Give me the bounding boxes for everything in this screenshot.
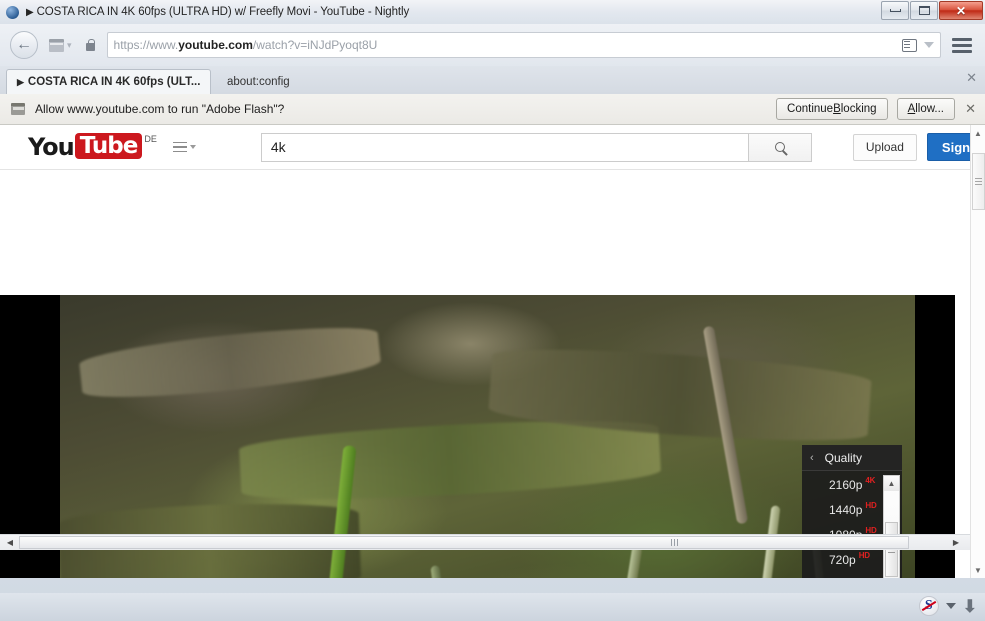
back-button[interactable]: ← <box>10 31 38 59</box>
window-favicon <box>6 5 19 19</box>
scene-stem <box>430 565 459 578</box>
notification-message: Allow www.youtube.com to run "Adobe Flas… <box>35 102 285 116</box>
allow-post: llow... <box>915 103 944 115</box>
lock-icon <box>86 38 96 51</box>
hamburger-menu-button[interactable] <box>947 31 977 59</box>
quality-menu[interactable]: ‹ Quality 2160p4K 1440pHD 1080pHD 720pHD… <box>802 445 902 578</box>
v-scrollbar-thumb[interactable] <box>972 153 985 210</box>
reader-mode-icon[interactable] <box>902 38 917 52</box>
tray-chevron-down-icon[interactable] <box>945 603 956 609</box>
menu-line <box>952 37 972 41</box>
url-domain: youtube.com <box>178 38 253 52</box>
continue-blocking-button[interactable]: Continue Blocking <box>776 98 888 120</box>
allow-accel: A <box>907 103 916 115</box>
url-bar[interactable]: https://www. youtube.com/watch?v=iNJdPyoq… <box>106 32 941 58</box>
menu-line <box>952 49 972 53</box>
url-prefix: https://www. <box>113 38 179 52</box>
youtube-guide-button[interactable] <box>172 141 196 153</box>
antivirus-tray-icon[interactable]: S <box>918 596 939 616</box>
search-input[interactable]: 4k <box>260 132 748 162</box>
url-path: /watch?v=iNJdPyoqt8U <box>252 38 378 52</box>
maximize-icon <box>918 6 930 15</box>
lock-button[interactable] <box>81 38 101 51</box>
plugin-icon <box>11 103 25 115</box>
web-page-content: You Tube DE 4k Upload Sign in <box>0 125 970 578</box>
tab-label: about:config <box>227 75 290 88</box>
horizontal-scrollbar[interactable]: ◀ ▶ <box>0 534 970 550</box>
maximize-button[interactable] <box>910 1 938 20</box>
thumb-grip <box>673 539 675 546</box>
tab-play-icon: ▶ <box>17 76 24 87</box>
allow-button[interactable]: Allow... <box>896 98 955 120</box>
thumb-grip <box>975 181 982 182</box>
system-tray: S ⬇ <box>918 596 977 616</box>
site-identity-button[interactable]: ▾ <box>45 32 76 58</box>
quality-badge: HD <box>865 501 877 510</box>
scroll-left-icon[interactable]: ◀ <box>2 535 18 550</box>
scroll-right-icon[interactable]: ▶ <box>948 535 964 550</box>
scene-texture <box>77 319 383 406</box>
notification-close-icon[interactable]: ✕ <box>965 101 976 117</box>
h-scrollbar-thumb[interactable] <box>19 536 909 549</box>
page-icon <box>49 38 64 52</box>
quality-label: 720p <box>829 552 856 567</box>
logo-you-text: You <box>28 133 75 161</box>
status-bar: S ⬇ <box>0 593 985 621</box>
search-button[interactable] <box>747 132 812 162</box>
minimize-button[interactable] <box>881 1 909 20</box>
close-icon: ✕ <box>955 3 967 18</box>
logo-tube-box: Tube <box>74 133 143 159</box>
chevron-down-icon <box>189 145 196 149</box>
upload-button[interactable]: Upload <box>852 133 917 161</box>
continue-blocking-pre: Continue <box>787 103 834 115</box>
download-arrow-icon[interactable]: ⬇ <box>963 598 977 615</box>
notification-buttons: Continue Blocking Allow... <box>776 98 955 120</box>
tab-about-config[interactable]: about:config <box>217 69 300 94</box>
quality-badge: 4K <box>865 476 876 485</box>
browser-window: ▶ COSTA RICA IN 4K 60fps (ULTRA HD) w/ Fr… <box>0 0 985 621</box>
tab-costa-rica[interactable]: ▶ COSTA RICA IN 4K 60fps (ULT... <box>6 69 211 94</box>
youtube-header: You Tube DE 4k Upload Sign in <box>0 125 970 170</box>
continue-blocking-accel: B <box>833 103 841 115</box>
menu-line <box>952 43 972 47</box>
quality-menu-title: Quality <box>824 450 863 465</box>
title-play-icon: ▶ <box>26 7 34 18</box>
youtube-logo[interactable]: You Tube DE <box>28 133 157 161</box>
continue-blocking-post: locking <box>840 103 877 115</box>
chevron-down-icon[interactable] <box>924 42 934 48</box>
quality-menu-header[interactable]: ‹ Quality <box>802 445 902 471</box>
window-controls: ✕ <box>881 1 983 20</box>
window-title: ▶ COSTA RICA IN 4K 60fps (ULTRA HD) w/ Fr… <box>26 6 409 18</box>
scene-stem <box>607 545 643 578</box>
scroll-down-icon[interactable]: ▼ <box>971 562 985 578</box>
plugin-notification-bar: Allow www.youtube.com to run "Adobe Flas… <box>0 94 985 125</box>
tab-close-icon[interactable]: ✕ <box>966 71 977 84</box>
navigation-toolbar: ← ▾ https://www. youtube.com/watch?v=iNJd… <box>0 24 985 66</box>
quality-menu-scrollbar[interactable]: ▲ ▼ <box>883 475 900 578</box>
title-bar: ▶ COSTA RICA IN 4K 60fps (ULTRA HD) w/ Fr… <box>0 0 985 24</box>
back-arrow-icon[interactable]: ‹ <box>810 452 814 464</box>
vertical-scrollbar[interactable]: ▲ ▼ <box>970 125 985 578</box>
back-arrow-icon: ← <box>16 36 32 53</box>
guide-icon <box>172 141 187 153</box>
quality-label: 480p <box>829 578 856 579</box>
logo-country-code: DE <box>144 134 157 144</box>
logo-tube-text: Tube <box>79 133 139 159</box>
scroll-up-icon[interactable]: ▲ <box>971 125 985 141</box>
chevron-down-icon: ▾ <box>67 39 72 50</box>
close-button[interactable]: ✕ <box>939 1 983 20</box>
sign-in-button[interactable]: Sign in <box>926 133 970 161</box>
quality-label: 2160p <box>829 477 863 492</box>
quality-label: 1440p <box>829 502 863 517</box>
youtube-search: 4k <box>260 132 812 162</box>
tab-strip: ▶ COSTA RICA IN 4K 60fps (ULT... about:c… <box>0 66 985 94</box>
scroll-up-icon[interactable]: ▲ <box>884 476 899 491</box>
window-title-text: COSTA RICA IN 4K 60fps (ULTRA HD) w/ Fre… <box>36 6 410 18</box>
tab-label: COSTA RICA IN 4K 60fps (ULT... <box>27 76 201 88</box>
search-icon <box>774 142 785 152</box>
minimize-icon <box>889 9 901 12</box>
quality-badge: HD <box>858 551 870 560</box>
